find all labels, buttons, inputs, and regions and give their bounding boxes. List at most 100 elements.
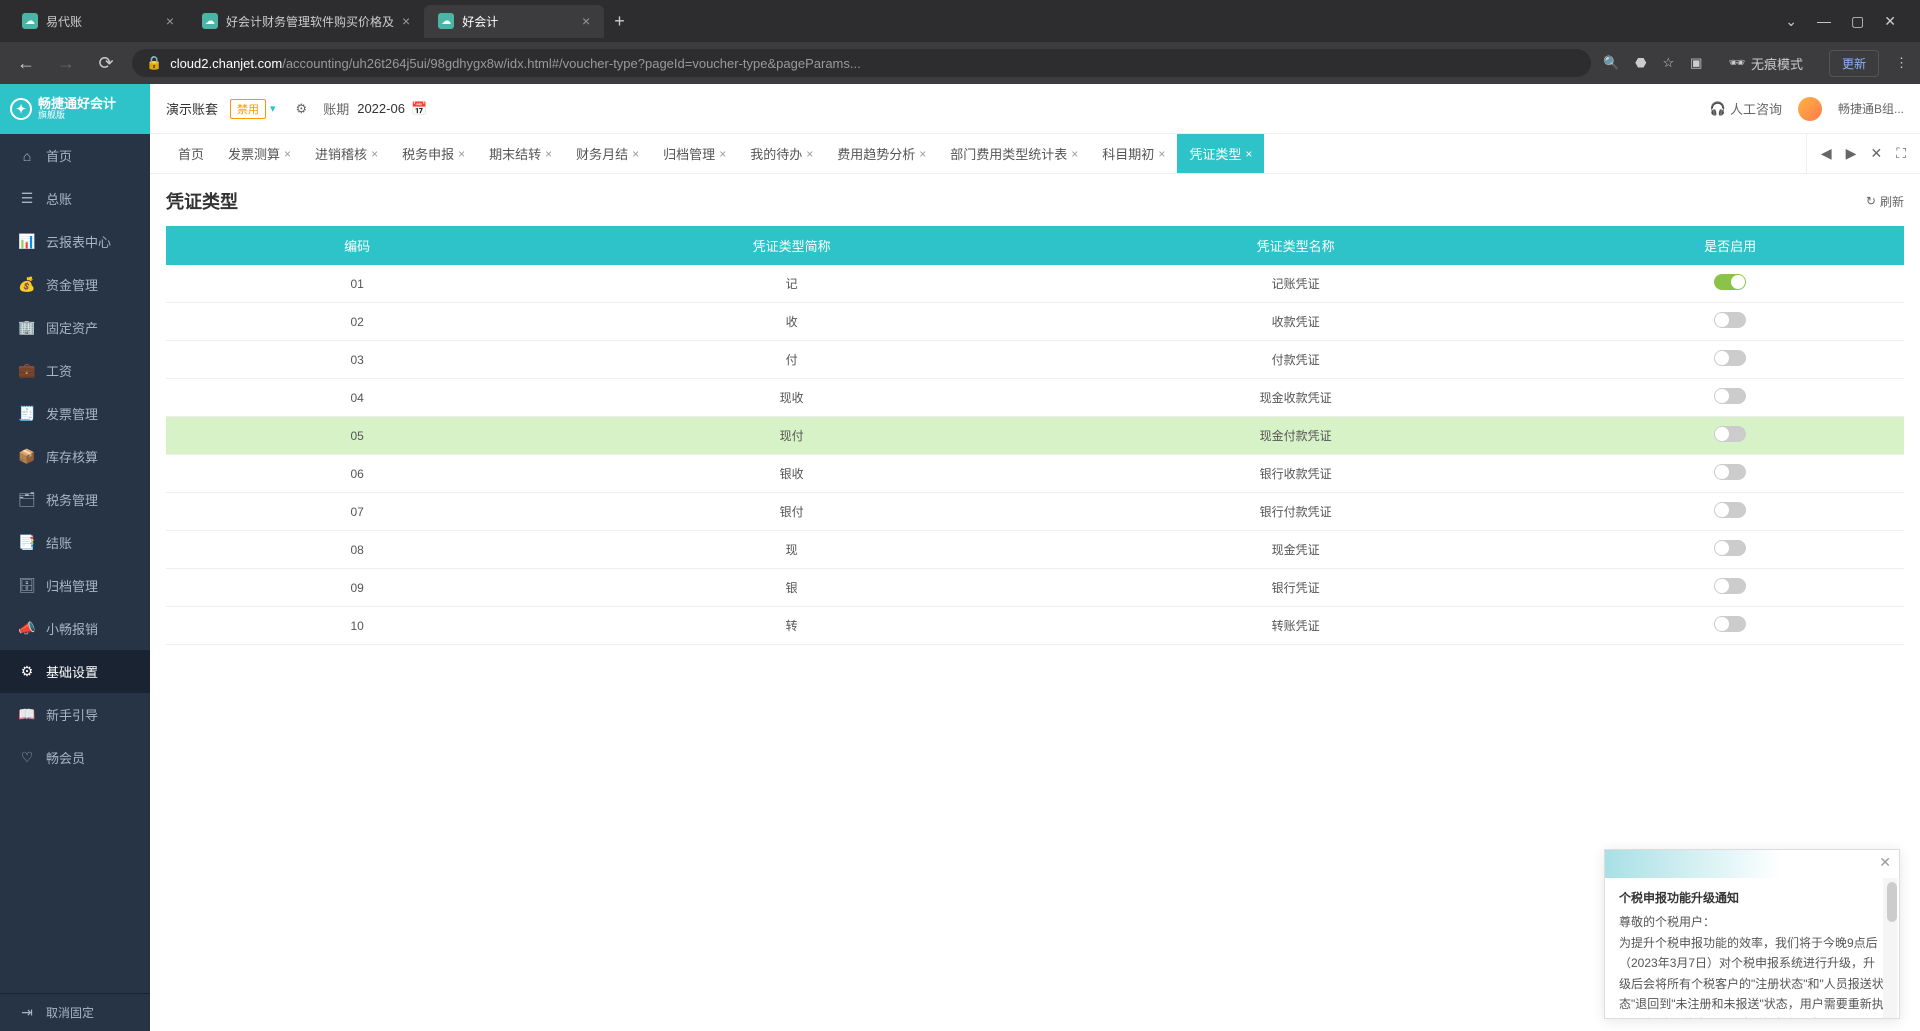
page-tab[interactable]: 首页 <box>166 134 216 173</box>
enable-toggle[interactable] <box>1714 426 1746 442</box>
tab-close-icon[interactable]: × <box>582 13 590 29</box>
sidebar-item[interactable]: 💼工资 <box>0 349 150 392</box>
enable-toggle[interactable] <box>1714 540 1746 556</box>
calendar-icon[interactable]: 📅 <box>411 101 427 117</box>
sidebar-item[interactable]: 📦库存核算 <box>0 435 150 478</box>
pin-toggle[interactable]: ⇥ 取消固定 <box>0 993 150 1031</box>
page-tab[interactable]: 归档管理× <box>651 134 738 173</box>
sidebar-item[interactable]: 🗂税务管理 <box>0 478 150 521</box>
extensions-icon[interactable]: ⬣ <box>1635 55 1646 71</box>
enable-toggle[interactable] <box>1714 464 1746 480</box>
user-avatar[interactable] <box>1798 97 1822 121</box>
maximize-icon[interactable]: ▢ <box>1851 13 1864 30</box>
sidebar-item[interactable]: 🧾发票管理 <box>0 392 150 435</box>
enable-toggle[interactable] <box>1714 388 1746 404</box>
tabs-close-all-icon[interactable]: ✕ <box>1864 141 1888 166</box>
page-tab[interactable]: 财务月结× <box>564 134 651 173</box>
browser-tab[interactable]: ☁好会计× <box>424 5 604 38</box>
table-row[interactable]: 06银收银行收款凭证 <box>166 455 1904 493</box>
close-window-icon[interactable]: ✕ <box>1884 13 1896 30</box>
table-row[interactable]: 10转转账凭证 <box>166 607 1904 645</box>
logo-area[interactable]: ✦ 畅捷通好会计 旗舰版 <box>0 84 150 134</box>
sidebar-item[interactable]: ♡畅会员 <box>0 736 150 779</box>
browser-tab[interactable]: ☁好会计财务管理软件购买价格及× <box>188 5 424 38</box>
cell-code: 08 <box>166 531 548 569</box>
sidebar-item[interactable]: 📣小畅报销 <box>0 607 150 650</box>
enable-toggle[interactable] <box>1714 616 1746 632</box>
sidebar-item[interactable]: 💰资金管理 <box>0 263 150 306</box>
page-tab-close-icon[interactable]: × <box>632 147 639 161</box>
reload-button[interactable]: ⟳ <box>92 53 120 74</box>
url-field[interactable]: 🔒 cloud2.chanjet.com/accounting/uh26t264… <box>132 49 1591 77</box>
sidebar-item[interactable]: ⌂首页 <box>0 134 150 177</box>
reading-list-icon[interactable]: ▣ <box>1690 55 1702 71</box>
sidebar-item[interactable]: 📑结账 <box>0 521 150 564</box>
sidebar-item[interactable]: 🗄归档管理 <box>0 564 150 607</box>
page-tab[interactable]: 科目期初× <box>1090 134 1177 173</box>
page-tab-close-icon[interactable]: × <box>458 147 465 161</box>
table-row[interactable]: 04现收现金收款凭证 <box>166 379 1904 417</box>
table-row[interactable]: 05现付现金付款凭证 <box>166 417 1904 455</box>
logo-text: 畅捷通好会计 旗舰版 <box>38 97 116 121</box>
page-tab-close-icon[interactable]: × <box>1158 147 1165 161</box>
browser-tab[interactable]: ☁易代账× <box>8 5 188 38</box>
table-row[interactable]: 07银付银行付款凭证 <box>166 493 1904 531</box>
page-tab[interactable]: 发票测算× <box>216 134 303 173</box>
enable-toggle[interactable] <box>1714 578 1746 594</box>
user-name[interactable]: 畅捷通B组... <box>1838 100 1904 117</box>
notification-close-icon[interactable]: ✕ <box>1879 854 1891 871</box>
incognito-badge[interactable]: 🕶 无痕模式 <box>1718 50 1813 77</box>
page-tab-close-icon[interactable]: × <box>371 147 378 161</box>
page-tab[interactable]: 期末结转× <box>477 134 564 173</box>
table-row[interactable]: 09银银行凭证 <box>166 569 1904 607</box>
back-button[interactable]: ← <box>12 53 40 74</box>
table-row[interactable]: 03付付款凭证 <box>166 341 1904 379</box>
cell-enabled <box>1556 569 1904 607</box>
account-name[interactable]: 演示账套 <box>166 99 218 118</box>
enable-toggle[interactable] <box>1714 312 1746 328</box>
bookmark-icon[interactable]: ☆ <box>1663 55 1675 71</box>
page-tab-close-icon[interactable]: × <box>1071 147 1078 161</box>
support-button[interactable]: 🎧 人工咨询 <box>1710 99 1782 118</box>
tabs-next-icon[interactable]: ▶ <box>1840 141 1863 166</box>
minimize-icon[interactable]: — <box>1817 13 1831 30</box>
refresh-button[interactable]: ↻ 刷新 <box>1866 193 1904 210</box>
tabs-prev-icon[interactable]: ◀ <box>1815 141 1838 166</box>
page-tab[interactable]: 凭证类型× <box>1177 134 1264 173</box>
page-tab-close-icon[interactable]: × <box>1245 147 1252 161</box>
page-tab-close-icon[interactable]: × <box>919 147 926 161</box>
sidebar-item[interactable]: 📊云报表中心 <box>0 220 150 263</box>
sidebar-item[interactable]: ⚙基础设置 <box>0 650 150 693</box>
menu-icon[interactable]: ⋮ <box>1895 55 1908 71</box>
page-tab[interactable]: 税务申报× <box>390 134 477 173</box>
table-row[interactable]: 08现现金凭证 <box>166 531 1904 569</box>
tab-close-icon[interactable]: × <box>402 13 410 29</box>
table-row[interactable]: 02收收款凭证 <box>166 303 1904 341</box>
account-dropdown-icon[interactable]: ▾ <box>270 102 276 115</box>
page-tab[interactable]: 部门费用类型统计表× <box>938 134 1090 173</box>
new-tab-button[interactable]: + <box>604 5 635 38</box>
zoom-icon[interactable]: 🔍 <box>1603 55 1619 71</box>
page-tab[interactable]: 我的待办× <box>738 134 825 173</box>
page-tab-close-icon[interactable]: × <box>806 147 813 161</box>
sidebar-item[interactable]: ☰总账 <box>0 177 150 220</box>
sidebar-item[interactable]: 🏢固定资产 <box>0 306 150 349</box>
page-tab[interactable]: 费用趋势分析× <box>825 134 938 173</box>
enable-toggle[interactable] <box>1714 502 1746 518</box>
forward-button[interactable]: → <box>52 53 80 74</box>
gear-icon[interactable]: ⚙ <box>296 101 308 117</box>
page-tab[interactable]: 进销稽核× <box>303 134 390 173</box>
fullscreen-icon[interactable]: ⛶ <box>1890 141 1912 166</box>
notification-header: ✕ <box>1605 850 1899 878</box>
page-tab-close-icon[interactable]: × <box>284 147 291 161</box>
enable-toggle[interactable] <box>1714 350 1746 366</box>
page-tab-close-icon[interactable]: × <box>719 147 726 161</box>
tab-close-icon[interactable]: × <box>166 13 174 29</box>
page-tab-close-icon[interactable]: × <box>545 147 552 161</box>
sidebar-item[interactable]: 📖新手引导 <box>0 693 150 736</box>
notification-scrollbar-thumb[interactable] <box>1887 882 1897 922</box>
update-button[interactable]: 更新 <box>1829 50 1879 77</box>
tab-list-icon[interactable]: ⌄ <box>1785 13 1797 30</box>
table-row[interactable]: 01记记账凭证 <box>166 265 1904 303</box>
enable-toggle[interactable] <box>1714 274 1746 290</box>
